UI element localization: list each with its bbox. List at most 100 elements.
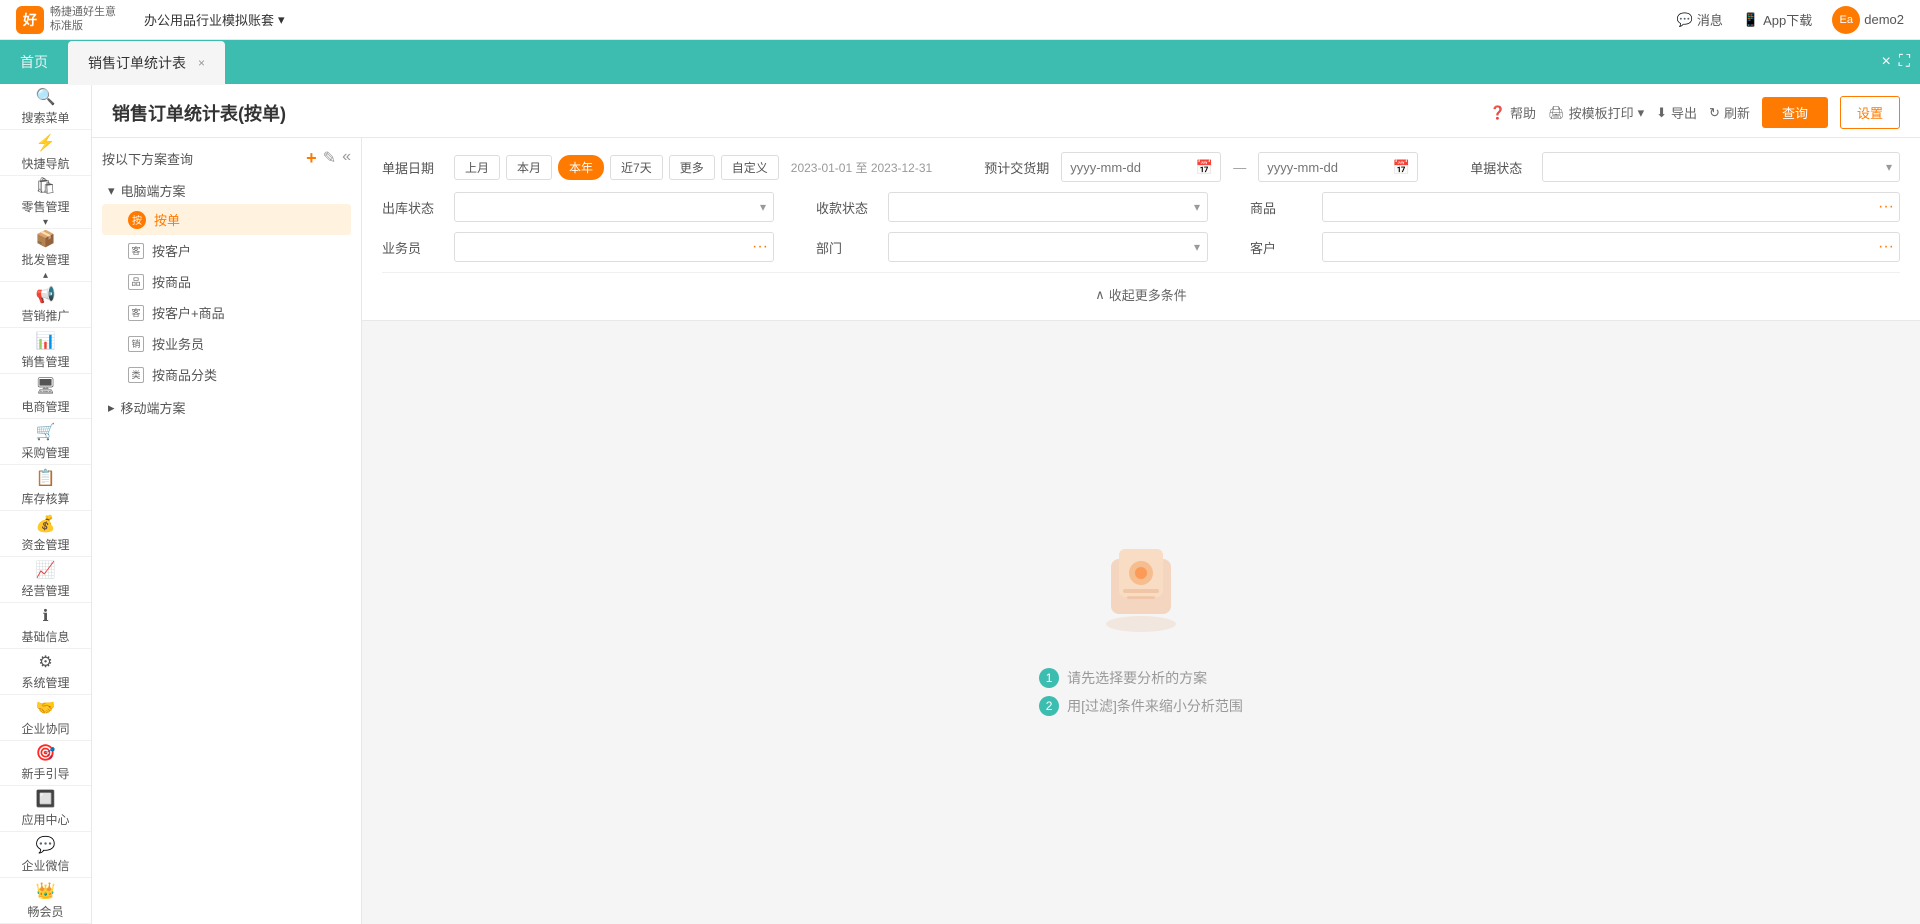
desktop-scheme-group-title[interactable]: ▾ 电脑端方案 (102, 177, 351, 204)
sidebar: 🔍 搜索菜单 ⚡ 快捷导航 🛍 零售管理 ▾ 📦 批发管理 ▴ 📢 营销推广 📊… (0, 84, 92, 924)
mobile-scheme-group: ▸ 移动端方案 (102, 394, 351, 421)
sidebar-item-ecommerce[interactable]: 🖥 电商管理 (0, 374, 91, 420)
department-select[interactable] (888, 232, 1208, 262)
sidebar-item-finance[interactable]: 💰 资金管理 (0, 511, 91, 557)
filter-section: 单据日期 上月 本月 本年 近7天 更多 自定义 2023-01-01 至 20… (362, 138, 1920, 321)
sidebar-item-appcenter[interactable]: 🔲 应用中心 (0, 786, 91, 832)
member-icon: 👑 (36, 881, 56, 901)
refresh-button[interactable]: ↻ 刷新 (1709, 103, 1750, 122)
empty-state: 1 请先选择要分析的方案 2 用[过滤]条件来缩小分析范围 (362, 321, 1920, 924)
date-btn-last-month[interactable]: 上月 (454, 155, 500, 180)
salesperson-dots[interactable]: ··· (752, 238, 768, 256)
salesperson-input[interactable] (454, 232, 774, 262)
payment-status-select[interactable] (888, 192, 1208, 222)
scheme-item-by-product[interactable]: 品 按商品 (102, 266, 351, 297)
tab-sales-order-stats[interactable]: 销售订单统计表 × (68, 41, 225, 85)
date-btn-this-year[interactable]: 本年 (558, 155, 604, 180)
message-button[interactable]: 💬 消息 (1677, 10, 1723, 29)
scheme-item-by-customer[interactable]: 客 按客户 (102, 235, 351, 266)
newbie-icon: 🎯 (36, 743, 56, 763)
basic-icon: ℹ (42, 606, 48, 626)
scheme-icon: 客 (128, 243, 144, 259)
sidebar-item-operations[interactable]: 📈 经营管理 (0, 557, 91, 603)
download-icon: 📱 (1743, 12, 1759, 28)
sidebar-item-coop[interactable]: 🤝 企业协同 (0, 695, 91, 741)
company-selector[interactable]: 办公用品行业模拟账套 ▾ (144, 10, 285, 29)
sidebar-item-purchase[interactable]: 🛒 采购管理 (0, 419, 91, 465)
page-title: 销售订单统计表(按单) (112, 100, 286, 126)
product-dots[interactable]: ··· (1878, 198, 1894, 216)
sidebar-item-newbie[interactable]: 🎯 新手引导 (0, 741, 91, 787)
status-select[interactable] (1542, 152, 1900, 182)
export-icon: ⬇ (1656, 105, 1667, 121)
department-wrap: ▾ (888, 232, 1208, 262)
tab-bar: 首页 销售订单统计表 × × ⛶ (0, 40, 1920, 84)
date-btn-more[interactable]: 更多 (669, 155, 715, 180)
logo-icon: 好 (16, 6, 44, 34)
delivery-status-label: 出库状态 (382, 198, 442, 217)
date-btn-7days[interactable]: 近7天 (610, 155, 663, 180)
coop-icon: 🤝 (36, 698, 56, 718)
sidebar-item-corpwx[interactable]: 💬 企业微信 (0, 832, 91, 878)
calendar-icon-2: 📅 (1393, 159, 1410, 176)
customer-input[interactable] (1322, 232, 1900, 262)
sidebar-item-member[interactable]: 👑 畅会员 (0, 878, 91, 924)
product-input-wrap: ··· (1322, 192, 1900, 222)
system-icon: ⚙ (38, 652, 52, 672)
product-input[interactable] (1322, 192, 1900, 222)
scheme-item-by-cust-prod[interactable]: 客 按客户+商品 (102, 297, 351, 328)
query-button[interactable]: 查询 (1762, 97, 1828, 128)
mobile-scheme-group-title[interactable]: ▸ 移动端方案 (102, 394, 351, 421)
left-panel-header: 按以下方案查询 + ✎ « (102, 148, 351, 169)
empty-illustration (1081, 529, 1201, 652)
collapse-icon: ∧ (1095, 287, 1105, 303)
left-panel-actions: + ✎ « (306, 148, 351, 169)
tab-home[interactable]: 首页 (0, 40, 68, 84)
sidebar-item-wholesale[interactable]: 📦 批发管理 ▴ (0, 229, 91, 282)
date-buttons: 上月 本月 本年 近7天 更多 自定义 (454, 155, 779, 180)
sidebar-item-quicknav[interactable]: ⚡ 快捷导航 (0, 130, 91, 176)
sidebar-item-search[interactable]: 🔍 搜索菜单 (0, 84, 91, 130)
sidebar-item-basic[interactable]: ℹ 基础信息 (0, 603, 91, 649)
collapse-button[interactable]: ∧ 收起更多条件 (382, 279, 1900, 310)
right-content: 单据日期 上月 本月 本年 近7天 更多 自定义 2023-01-01 至 20… (362, 138, 1920, 924)
maximize-icon[interactable]: ⛶ (1899, 53, 1910, 71)
quicknav-icon: ⚡ (36, 133, 56, 153)
add-scheme-icon[interactable]: + (306, 148, 317, 169)
export-button[interactable]: ⬇ 导出 (1656, 103, 1697, 122)
sidebar-item-sales[interactable]: 📊 销售管理 (0, 328, 91, 374)
minimize-icon[interactable]: × (1881, 53, 1890, 71)
app-download-button[interactable]: 📱 App下载 (1743, 10, 1812, 29)
edit-scheme-icon[interactable]: ✎ (323, 148, 336, 169)
date-btn-this-month[interactable]: 本月 (506, 155, 552, 180)
empty-tips: 1 请先选择要分析的方案 2 用[过滤]条件来缩小分析范围 (1039, 668, 1243, 716)
scheme-item-by-order[interactable]: 按 按单 (102, 204, 351, 235)
settings-button[interactable]: 设置 (1840, 96, 1900, 129)
scheme-icon: 客 (128, 305, 144, 321)
scheme-item-by-salesperson[interactable]: 销 按业务员 (102, 328, 351, 359)
tip-num-1: 1 (1039, 668, 1059, 688)
sidebar-item-inventory[interactable]: 📋 库存核算 (0, 465, 91, 511)
main-area: 🔍 搜索菜单 ⚡ 快捷导航 🛍 零售管理 ▾ 📦 批发管理 ▴ 📢 营销推广 📊… (0, 84, 1920, 924)
sidebar-item-retail[interactable]: 🛍 零售管理 ▾ (0, 176, 91, 229)
delivery-status-select[interactable] (454, 192, 774, 222)
collapse-panel-icon[interactable]: « (342, 148, 351, 169)
date-btn-custom[interactable]: 自定义 (721, 155, 779, 180)
user-profile[interactable]: Ea demo2 (1832, 6, 1904, 34)
scheme-active-icon: 按 (128, 211, 146, 229)
sidebar-item-marketing[interactable]: 📢 营销推广 (0, 282, 91, 328)
purchase-icon: 🛒 (36, 422, 56, 442)
help-button[interactable]: ❓ 帮助 (1490, 103, 1536, 122)
scheme-icon: 品 (128, 274, 144, 290)
print-button[interactable]: 🖨 按模板打印 ▾ (1548, 103, 1644, 122)
print-dropdown-icon: ▾ (1638, 105, 1645, 121)
sidebar-item-system[interactable]: ⚙ 系统管理 (0, 649, 91, 695)
tab-close-icon[interactable]: × (198, 56, 205, 70)
customer-dots[interactable]: ··· (1878, 238, 1894, 256)
scheme-item-by-category[interactable]: 类 按商品分类 (102, 359, 351, 390)
filter-row-1: 单据日期 上月 本月 本年 近7天 更多 自定义 2023-01-01 至 20… (382, 152, 1900, 182)
status-label: 单据状态 (1470, 158, 1530, 177)
page-header: 销售订单统计表(按单) ❓ 帮助 🖨 按模板打印 ▾ ⬇ 导出 ↻ 刷新 (92, 84, 1920, 138)
customer-label: 客户 (1250, 238, 1310, 257)
calendar-icon: 📅 (1196, 159, 1213, 176)
